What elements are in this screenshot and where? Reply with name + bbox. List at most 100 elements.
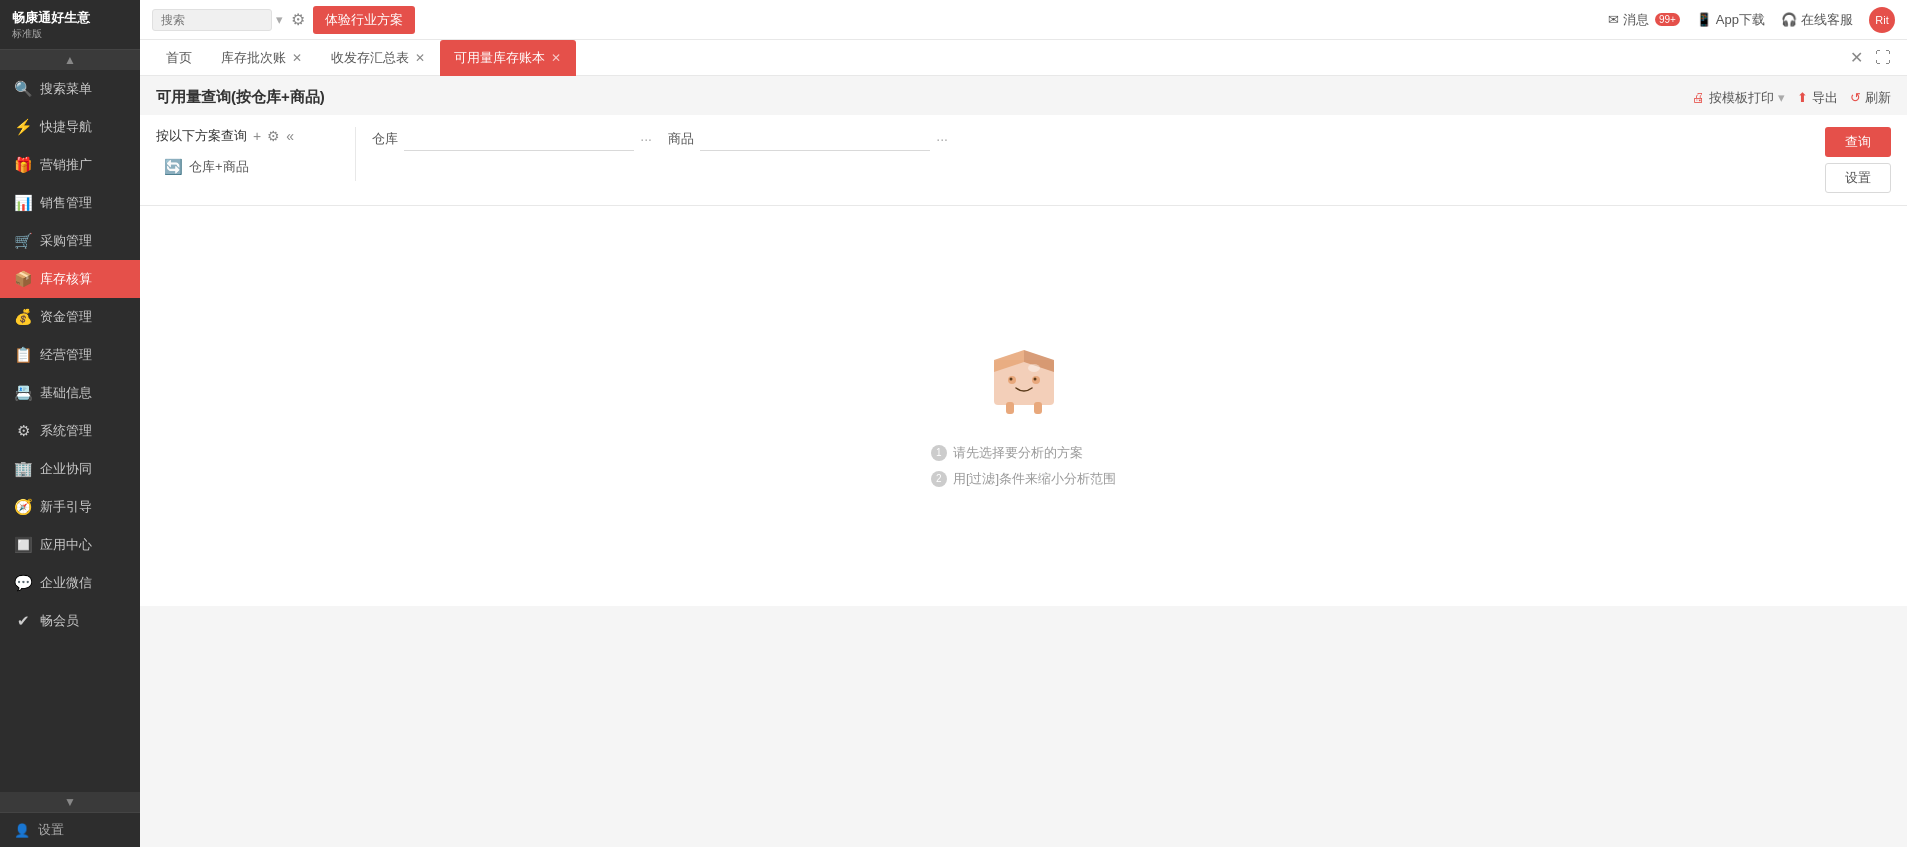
sidebar-item-label: 应用中心 xyxy=(40,536,92,554)
hint-num-2: 2 xyxy=(931,471,947,487)
scheme-item-label: 仓库+商品 xyxy=(189,158,249,176)
product-field-label: 商品 xyxy=(668,130,694,148)
filter-fields: 仓库 ··· 商品 ··· xyxy=(356,127,1825,151)
close-all-tabs-button[interactable]: ✕ xyxy=(1846,46,1867,69)
shortcut-icon: ⚡ xyxy=(14,118,32,136)
hint-text-1: 请先选择要分析的方案 xyxy=(953,440,1083,466)
headset-icon: 🎧 xyxy=(1781,12,1797,27)
empty-state: 1 请先选择要分析的方案 2 用[过滤]条件来缩小分析范围 xyxy=(140,206,1907,606)
tabbar: 首页 库存批次账 ✕ 收发存汇总表 ✕ 可用量库存账本 ✕ ✕ ⛶ xyxy=(140,40,1907,76)
apps-icon: 🔲 xyxy=(14,536,32,554)
sidebar-item-search[interactable]: 🔍 搜索菜单 xyxy=(0,70,140,108)
sidebar-item-system[interactable]: ⚙ 系统管理 xyxy=(0,412,140,450)
sidebar-item-basics[interactable]: 📇 基础信息 xyxy=(0,374,140,412)
warehouse-input[interactable] xyxy=(404,127,634,151)
settings-button[interactable]: 设置 xyxy=(1825,163,1891,193)
sidebar-item-newbie[interactable]: 🧭 新手引导 xyxy=(0,488,140,526)
brand-area: 畅康通好生意 标准版 xyxy=(0,0,140,50)
page-header: 可用量查询(按仓库+商品) 🖨 按模板打印 ▾ ⬆ 导出 ↺ 刷新 xyxy=(140,76,1907,115)
scheme-item-warehouse-product[interactable]: 🔄 仓库+商品 xyxy=(156,153,343,181)
tab-summary-close[interactable]: ✕ xyxy=(415,51,425,65)
sidebar-item-shortcut[interactable]: ⚡ 快捷导航 xyxy=(0,108,140,146)
filter-action-buttons: 查询 设置 xyxy=(1825,127,1891,193)
gear-icon[interactable]: ⚙ xyxy=(291,10,305,29)
export-button[interactable]: ⬆ 导出 xyxy=(1797,89,1838,107)
tab-available-close[interactable]: ✕ xyxy=(551,51,561,65)
sidebar-item-label: 企业协同 xyxy=(40,460,92,478)
sidebar: 畅康通好生意 标准版 ▲ 🔍 搜索菜单 ⚡ 快捷导航 🎁 营销推广 📊 销售管理… xyxy=(0,0,140,847)
user-profile-button[interactable]: Rit xyxy=(1869,7,1895,33)
refresh-icon: ↺ xyxy=(1850,90,1861,105)
warehouse-field-label: 仓库 xyxy=(372,130,398,148)
tab-home[interactable]: 首页 xyxy=(152,40,207,76)
sidebar-item-finance[interactable]: 💰 资金管理 xyxy=(0,298,140,336)
basics-icon: 📇 xyxy=(14,384,32,402)
sidebar-item-label: 系统管理 xyxy=(40,422,92,440)
user-icon: 👤 xyxy=(14,823,30,838)
sidebar-scroll-up[interactable]: ▲ xyxy=(0,50,140,70)
filter-scheme-header: 按以下方案查询 + ⚙ « xyxy=(156,127,343,145)
hint-text-2: 用[过滤]条件来缩小分析范围 xyxy=(953,466,1116,492)
sidebar-bottom-label: 设置 xyxy=(38,821,64,839)
online-service-button[interactable]: 🎧 在线客服 xyxy=(1781,11,1853,29)
tab-batch-close[interactable]: ✕ xyxy=(292,51,302,65)
sidebar-scroll-down[interactable]: ▼ xyxy=(0,792,140,812)
sidebar-item-label: 销售管理 xyxy=(40,194,92,212)
sidebar-item-label: 畅会员 xyxy=(40,612,79,630)
sidebar-item-enterprise[interactable]: 🏢 企业协同 xyxy=(0,450,140,488)
print-icon: 🖨 xyxy=(1692,90,1705,105)
sidebar-item-member[interactable]: ✔ 畅会员 xyxy=(0,602,140,640)
page-title: 可用量查询(按仓库+商品) xyxy=(156,88,325,107)
sidebar-item-sales[interactable]: 📊 销售管理 xyxy=(0,184,140,222)
sidebar-bottom-profile[interactable]: 👤 设置 xyxy=(0,812,140,847)
tab-batch[interactable]: 库存批次账 ✕ xyxy=(207,40,317,76)
industry-solution-button[interactable]: 体验行业方案 xyxy=(313,6,415,34)
sidebar-item-wechat[interactable]: 💬 企业微信 xyxy=(0,564,140,602)
app-download-button[interactable]: 📱 App下载 xyxy=(1696,11,1765,29)
tab-available[interactable]: 可用量库存账本 ✕ xyxy=(440,40,576,76)
brand-name: 畅康通好生意 xyxy=(12,10,128,27)
operations-icon: 📋 xyxy=(14,346,32,364)
wechat-icon: 💬 xyxy=(14,574,32,592)
tabbar-actions: ✕ ⛶ xyxy=(1846,46,1895,69)
print-label: 按模板打印 xyxy=(1709,89,1774,107)
print-button[interactable]: 🖨 按模板打印 ▾ xyxy=(1692,89,1785,107)
topbar-search-area: ▾ xyxy=(152,9,283,31)
product-input[interactable] xyxy=(700,127,930,151)
svg-point-6 xyxy=(1033,378,1036,381)
add-scheme-button[interactable]: + xyxy=(253,128,261,144)
collapse-scheme-button[interactable]: « xyxy=(286,128,294,144)
tab-summary[interactable]: 收发存汇总表 ✕ xyxy=(317,40,440,76)
expand-tabs-button[interactable]: ⛶ xyxy=(1871,46,1895,69)
chevron-down-icon[interactable]: ▾ xyxy=(276,12,283,27)
sidebar-item-label: 新手引导 xyxy=(40,498,92,516)
message-button[interactable]: ✉ 消息 99+ xyxy=(1608,11,1680,29)
scheme-settings-button[interactable]: ⚙ xyxy=(267,128,280,144)
message-badge: 99+ xyxy=(1655,13,1680,26)
svg-rect-7 xyxy=(1006,402,1014,414)
sidebar-item-marketing[interactable]: 🎁 营销推广 xyxy=(0,146,140,184)
svg-rect-8 xyxy=(1034,402,1042,414)
sidebar-item-apps[interactable]: 🔲 应用中心 xyxy=(0,526,140,564)
topbar-right: ✉ 消息 99+ 📱 App下载 🎧 在线客服 Rit xyxy=(1608,7,1895,33)
filter-field-product: 商品 ··· xyxy=(668,127,948,151)
query-button[interactable]: 查询 xyxy=(1825,127,1891,157)
app-download-label: App下载 xyxy=(1716,11,1765,29)
sidebar-item-label: 采购管理 xyxy=(40,232,92,250)
sidebar-item-operations[interactable]: 📋 经营管理 xyxy=(0,336,140,374)
sidebar-item-purchase[interactable]: 🛒 采购管理 xyxy=(0,222,140,260)
print-arrow-icon[interactable]: ▾ xyxy=(1778,90,1785,105)
page-content: 可用量查询(按仓库+商品) 🖨 按模板打印 ▾ ⬆ 导出 ↺ 刷新 xyxy=(140,76,1907,847)
message-icon: ✉ xyxy=(1608,12,1619,27)
sales-icon: 📊 xyxy=(14,194,32,212)
hint-item-1: 1 请先选择要分析的方案 xyxy=(931,440,1116,466)
purchase-icon: 🛒 xyxy=(14,232,32,250)
empty-illustration xyxy=(974,320,1074,420)
search-input[interactable] xyxy=(152,9,272,31)
phone-icon: 📱 xyxy=(1696,12,1712,27)
refresh-button[interactable]: ↺ 刷新 xyxy=(1850,89,1891,107)
hint-num-1: 1 xyxy=(931,445,947,461)
product-more-icon[interactable]: ··· xyxy=(936,131,948,147)
warehouse-more-icon[interactable]: ··· xyxy=(640,131,652,147)
sidebar-item-inventory[interactable]: 📦 库存核算 xyxy=(0,260,140,298)
